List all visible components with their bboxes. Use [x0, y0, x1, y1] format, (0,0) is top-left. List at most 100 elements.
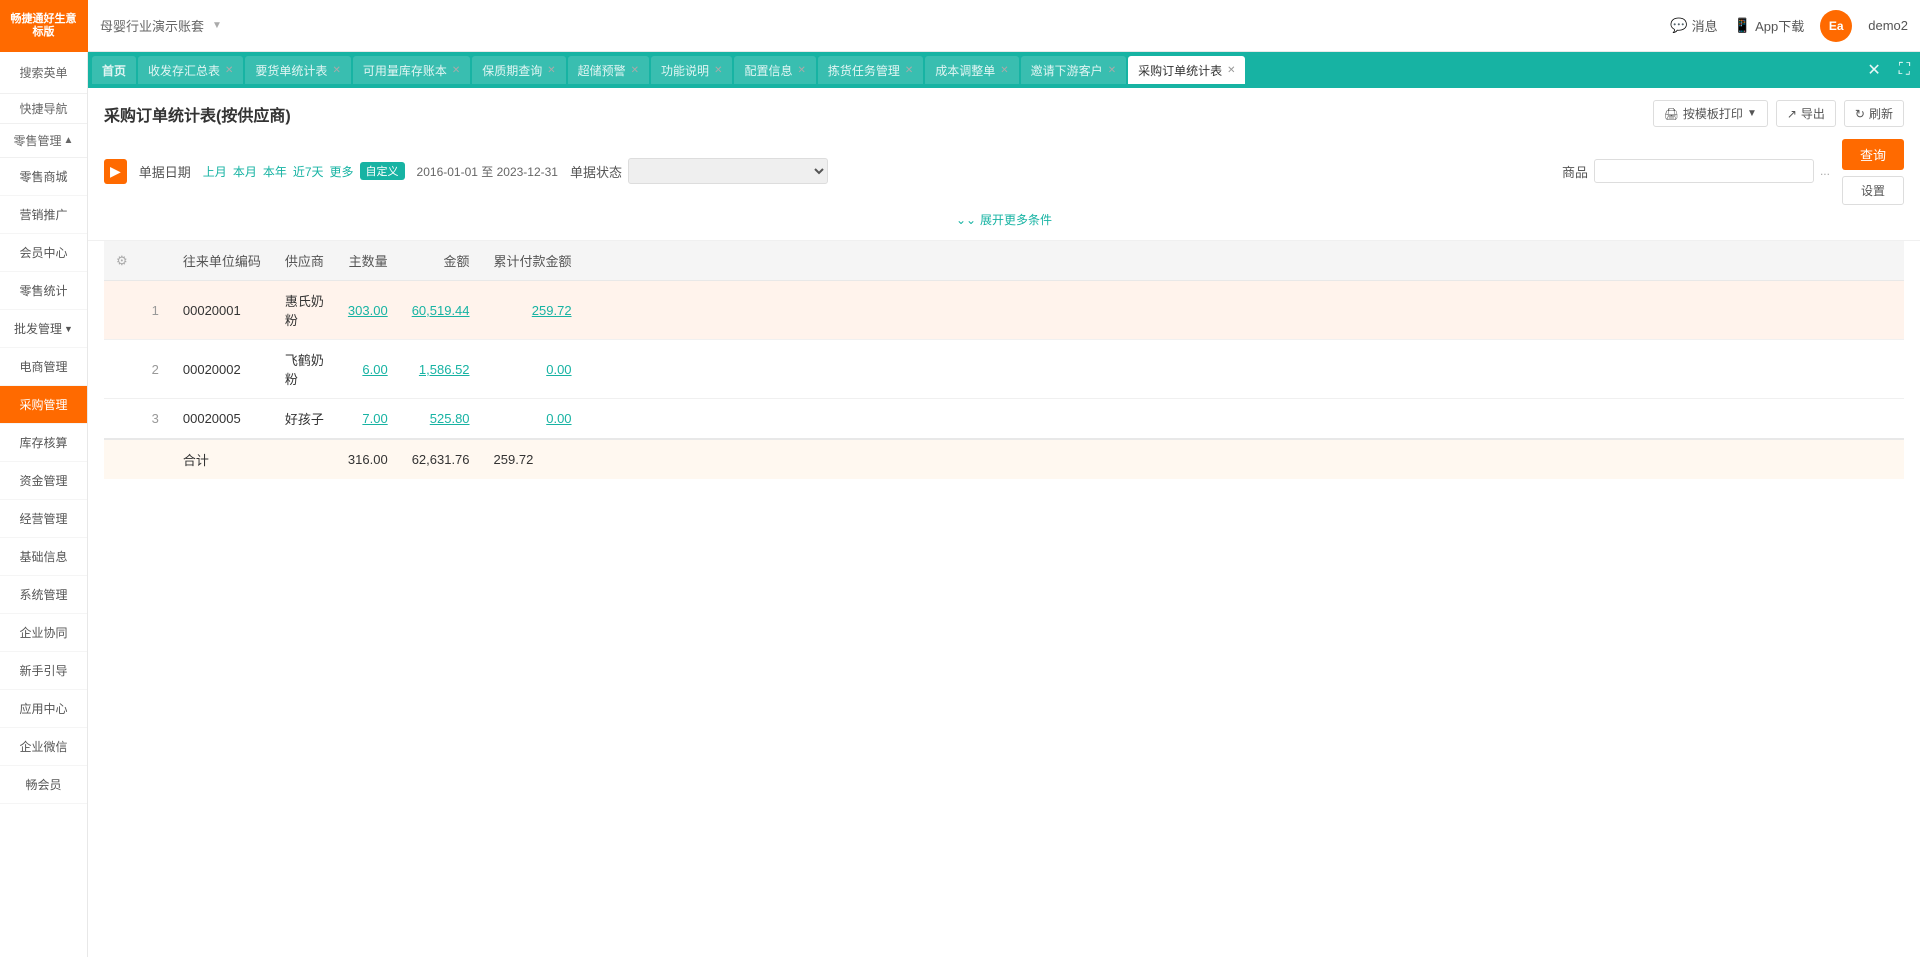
tab-func-desc-close[interactable]: ✕ — [714, 65, 722, 76]
tab-invite-downstream-close[interactable]: ✕ — [1108, 65, 1116, 76]
row-extra — [584, 399, 1904, 440]
sidebar-item-enterprise-collab[interactable]: 企业协同 — [0, 614, 87, 652]
tab-expiry-query[interactable]: 保质期查询 ✕ — [472, 56, 565, 84]
tab-cost-adjust-close[interactable]: ✕ — [1000, 65, 1008, 76]
settings-button[interactable]: 设置 — [1842, 176, 1904, 205]
row-quantity[interactable]: 6.00 — [336, 340, 400, 399]
tab-pick-task-close[interactable]: ✕ — [905, 65, 913, 76]
sidebar-search-section[interactable]: 搜索英单 — [0, 52, 87, 94]
col-quantity: 主数量 — [336, 241, 400, 281]
shortcut-this-year[interactable]: 本年 — [263, 163, 287, 180]
sidebar-item-retail-stats[interactable]: 零售统计 — [0, 272, 87, 310]
tab-pick-task-label: 拣货任务管理 — [828, 62, 900, 79]
data-table-wrap: ⚙ 往来单位编码 供应商 主数量 金额 累计付款金额 1 00020001 惠氏… — [88, 241, 1920, 957]
sidebar-item-membership[interactable]: 会员中心 — [0, 234, 87, 272]
sidebar-item-stock-check[interactable]: 库存核算 — [0, 424, 87, 462]
footer-supplier-empty — [273, 439, 336, 479]
main-content: 母婴行业演示账套 ▼ 💬 消息 📱 App下载 Ea demo2 首页 收发存汇… — [88, 0, 1920, 957]
more-filter-icon[interactable]: ... — [1820, 164, 1830, 178]
row-code: 00020005 — [171, 399, 273, 440]
tab-invite-downstream-label: 邀请下游客户 — [1031, 62, 1103, 79]
tab-available-stock-close[interactable]: ✕ — [452, 65, 460, 76]
sidebar-item-purchase-mgmt[interactable]: 采购管理 — [0, 386, 87, 424]
print-button[interactable]: 🖨 按模板打印 ▼ — [1653, 100, 1768, 127]
table-row: 2 00020002 飞鹤奶粉 6.00 1,586.52 0.00 — [104, 340, 1904, 399]
tab-expand-btn[interactable]: ⛶ — [1893, 59, 1916, 81]
tab-cost-adjust[interactable]: 成本调整单 ✕ — [925, 56, 1018, 84]
tab-config-info-close[interactable]: ✕ — [797, 65, 805, 76]
row-settings-btn[interactable] — [104, 399, 140, 440]
tab-purchase-stats-close[interactable]: ✕ — [1227, 65, 1235, 76]
sidebar-item-enterprise-wechat[interactable]: 企业微信 — [0, 728, 87, 766]
page-content: 采购订单统计表(按供应商) 🖨 按模板打印 ▼ ↗ 导出 ↻ 刷新 — [88, 88, 1920, 957]
app-download-btn[interactable]: 📱 App下载 — [1734, 16, 1805, 35]
filter-toggle-button[interactable]: ▶ — [104, 159, 127, 184]
refresh-button[interactable]: ↻ 刷新 — [1844, 100, 1904, 127]
tab-receive-summary[interactable]: 收发存汇总表 ✕ — [138, 56, 243, 84]
sidebar-item-finance[interactable]: 资金管理 — [0, 462, 87, 500]
date-shortcuts: 上月 本月 本年 近7天 更多 自定义 — [203, 162, 405, 180]
row-settings-btn[interactable] — [104, 340, 140, 399]
sidebar-item-app-center[interactable]: 应用中心 — [0, 690, 87, 728]
row-paid[interactable]: 259.72 — [482, 281, 584, 340]
row-amount[interactable]: 1,586.52 — [400, 340, 482, 399]
tab-home[interactable]: 首页 — [92, 56, 136, 84]
sidebar-item-member[interactable]: 畅会员 — [0, 766, 87, 804]
tab-pick-task[interactable]: 拣货任务管理 ✕ — [818, 56, 923, 84]
col-settings[interactable]: ⚙ — [104, 241, 140, 281]
tab-goods-stats-close[interactable]: ✕ — [332, 65, 340, 76]
filter-bar: ▶ 单据日期 上月 本月 本年 近7天 更多 自定义 2016-01-01 至 … — [88, 127, 1920, 241]
tab-bar-actions: ✕ ⛶ — [1861, 58, 1916, 82]
page-header: 采购订单统计表(按供应商) 🖨 按模板打印 ▼ ↗ 导出 ↻ 刷新 — [88, 88, 1920, 127]
tab-invite-downstream[interactable]: 邀请下游客户 ✕ — [1021, 56, 1126, 84]
sidebar-item-operations[interactable]: 经营管理 — [0, 500, 87, 538]
workspace-selector[interactable]: 母婴行业演示账套 ▼ — [100, 16, 222, 35]
tab-overstock-warning[interactable]: 超储预警 ✕ — [568, 56, 649, 84]
basic-info-label: 基础信息 — [19, 548, 67, 565]
tab-purchase-stats[interactable]: 采购订单统计表 ✕ — [1128, 56, 1245, 84]
goods-filter-input[interactable] — [1594, 159, 1814, 183]
export-button[interactable]: ↗ 导出 — [1776, 100, 1836, 127]
tab-config-info[interactable]: 配置信息 ✕ — [734, 56, 815, 84]
quick-nav-item[interactable]: 快捷导航 — [0, 94, 87, 124]
avatar[interactable]: Ea — [1820, 10, 1852, 42]
footer-label: 合计 — [171, 439, 273, 479]
sidebar-item-retail-mgmt[interactable]: 零售管理 ▲ — [0, 124, 87, 158]
enterprise-wechat-label: 企业微信 — [19, 738, 67, 755]
row-paid[interactable]: 0.00 — [482, 399, 584, 440]
ecommerce-label: 电商管理 — [19, 358, 67, 375]
sidebar-item-marketing[interactable]: 营销推广 — [0, 196, 87, 234]
tab-available-stock-label: 可用量库存账本 — [363, 62, 447, 79]
sidebar-item-system-mgmt[interactable]: 系统管理 — [0, 576, 87, 614]
shortcut-more[interactable]: 更多 — [330, 163, 354, 180]
shortcut-this-month[interactable]: 本月 — [233, 163, 257, 180]
tab-available-stock[interactable]: 可用量库存账本 ✕ — [353, 56, 470, 84]
row-amount[interactable]: 525.80 — [400, 399, 482, 440]
tab-close-btn[interactable]: ✕ — [1861, 58, 1886, 82]
sidebar-item-basic-info[interactable]: 基础信息 — [0, 538, 87, 576]
expand-more-button[interactable]: ⌄⌄ 展开更多条件 — [956, 211, 1052, 228]
table-row: 1 00020001 惠氏奶粉 303.00 60,519.44 259.72 — [104, 281, 1904, 340]
row-quantity[interactable]: 7.00 — [336, 399, 400, 440]
query-button[interactable]: 查询 — [1842, 139, 1904, 170]
footer-quantity: 316.00 — [336, 439, 400, 479]
search-label[interactable]: 搜索英单 — [4, 60, 83, 85]
tab-func-desc[interactable]: 功能说明 ✕ — [651, 56, 732, 84]
row-amount[interactable]: 60,519.44 — [400, 281, 482, 340]
status-select[interactable] — [628, 158, 828, 184]
app-download-icon: 📱 — [1734, 17, 1751, 34]
sidebar-item-retail-store[interactable]: 零售商城 — [0, 158, 87, 196]
sidebar-item-new-guide[interactable]: 新手引导 — [0, 652, 87, 690]
sidebar-item-wholesale-mgmt[interactable]: 批发管理 ▼ — [0, 310, 87, 348]
row-paid[interactable]: 0.00 — [482, 340, 584, 399]
shortcut-last-month[interactable]: 上月 — [203, 163, 227, 180]
tab-overstock-warning-close[interactable]: ✕ — [631, 65, 639, 76]
tab-expiry-query-close[interactable]: ✕ — [547, 65, 555, 76]
tab-goods-stats[interactable]: 要货单统计表 ✕ — [245, 56, 350, 84]
row-quantity[interactable]: 303.00 — [336, 281, 400, 340]
shortcut-7days[interactable]: 近7天 — [293, 163, 324, 180]
row-settings-btn[interactable] — [104, 281, 140, 340]
sidebar-item-ecommerce[interactable]: 电商管理 — [0, 348, 87, 386]
tab-receive-summary-close[interactable]: ✕ — [225, 65, 233, 76]
message-btn[interactable]: 💬 消息 — [1670, 16, 1717, 35]
